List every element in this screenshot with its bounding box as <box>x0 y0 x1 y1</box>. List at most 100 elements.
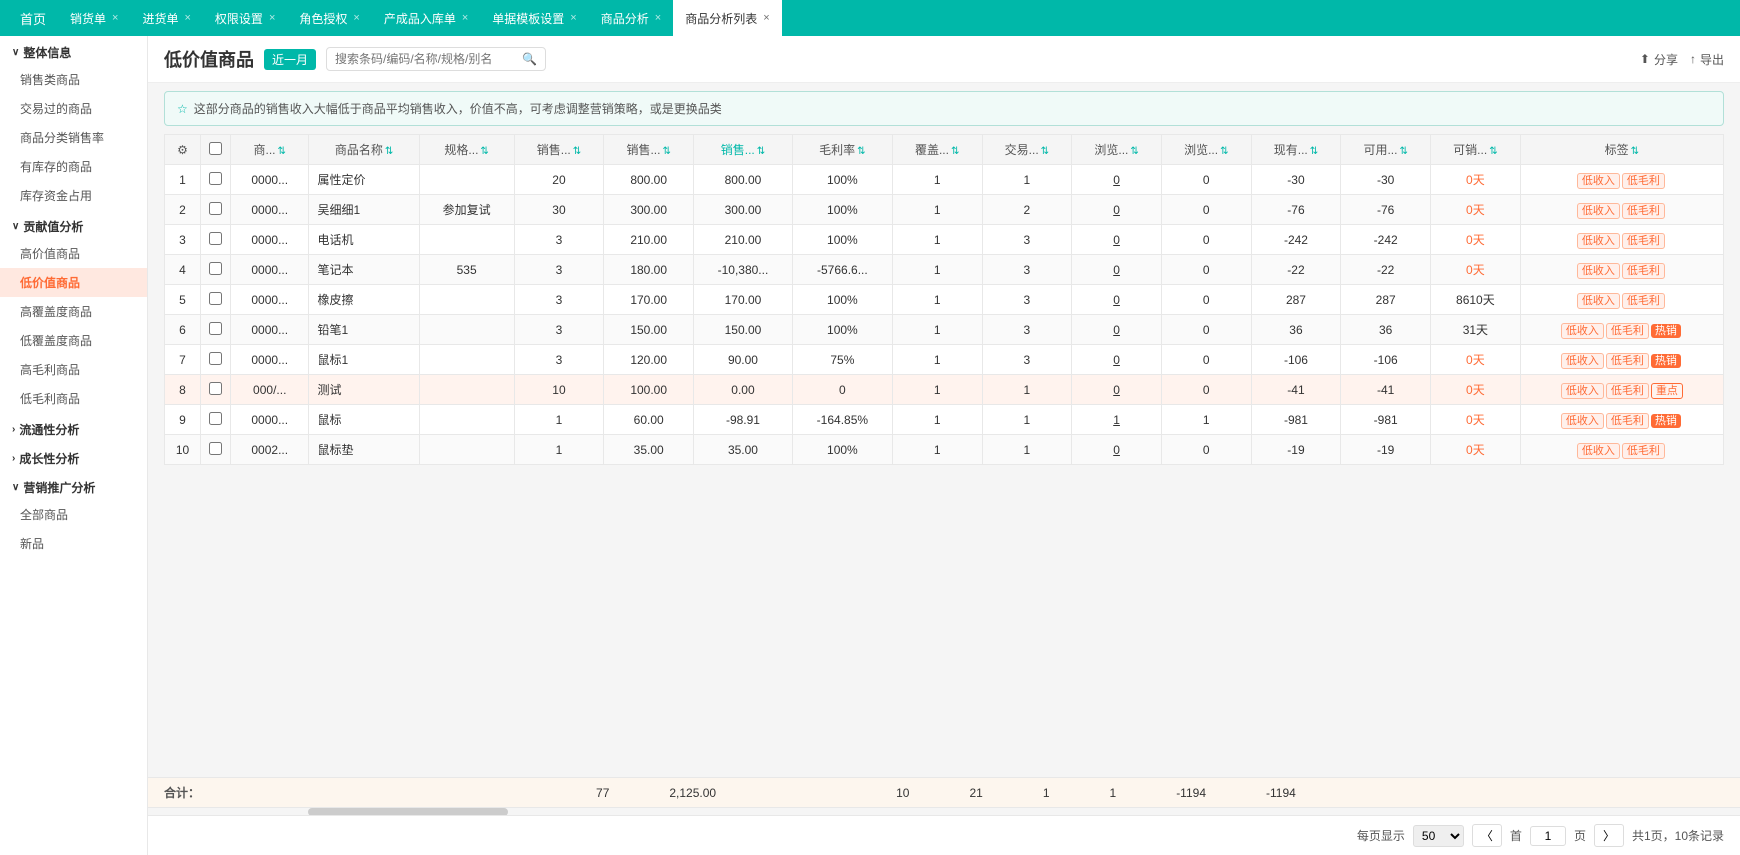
sidebar-item-low-coverage[interactable]: 低覆盖度商品 <box>0 326 147 355</box>
search-input[interactable] <box>335 52 518 66</box>
sidebar-item-category-rate[interactable]: 商品分类销售率 <box>0 123 147 152</box>
row-checkbox[interactable] <box>201 225 231 255</box>
checkbox-col-header[interactable] <box>201 135 231 165</box>
available-col-header[interactable]: 可用...⇅ <box>1341 135 1431 165</box>
transaction-col-header[interactable]: 交易...⇅ <box>982 135 1072 165</box>
row-browse1[interactable]: 0 <box>1072 225 1162 255</box>
row-browse1[interactable]: 0 <box>1072 195 1162 225</box>
search-icon[interactable]: 🔍 <box>522 52 537 66</box>
nav-template-setting[interactable]: 单据模板设置 × <box>480 0 588 36</box>
close-icon[interactable]: × <box>462 12 468 24</box>
row-checkbox[interactable] <box>201 345 231 375</box>
row-browse1[interactable]: 0 <box>1072 255 1162 285</box>
row-checkbox[interactable] <box>201 285 231 315</box>
close-icon[interactable]: × <box>763 12 769 24</box>
nav-permission-setting[interactable]: 权限设置 × <box>203 0 287 36</box>
margin-col-header[interactable]: 毛利率⇅ <box>792 135 892 165</box>
last-page-button[interactable]: 〉 <box>1594 824 1624 847</box>
nav-purchase-order[interactable]: 进货单 × <box>130 0 202 36</box>
nav-product-analysis[interactable]: 商品分析 × <box>589 0 673 36</box>
sidebar-item-stock-fund[interactable]: 库存资金占用 <box>0 181 147 210</box>
sidebar-item-low-value[interactable]: 低价值商品 <box>0 268 147 297</box>
row-code: 000/... <box>231 375 309 405</box>
current-page-input[interactable] <box>1530 826 1566 846</box>
select-all-checkbox[interactable] <box>209 142 222 155</box>
row-num: 1 <box>165 165 201 195</box>
row-tags: 低收入低毛利热销 <box>1520 315 1723 345</box>
browse2-col-header[interactable]: 浏览...⇅ <box>1161 135 1251 165</box>
filter-tag-button[interactable]: 近一月 <box>264 49 316 70</box>
tags-col-header[interactable]: 标签⇅ <box>1520 135 1723 165</box>
row-checkbox[interactable] <box>201 405 231 435</box>
sidebar-item-high-coverage[interactable]: 高覆盖度商品 <box>0 297 147 326</box>
sidebar-group-overall[interactable]: ∨ 整体信息 <box>0 36 147 65</box>
sidebar-group-marketing[interactable]: ∨ 营销推广分析 <box>0 471 147 500</box>
browse1-col-header[interactable]: 浏览...⇅ <box>1072 135 1162 165</box>
code-col-header[interactable]: 商...⇅ <box>231 135 309 165</box>
row-browse2: 0 <box>1161 225 1251 255</box>
row-browse1[interactable]: 0 <box>1072 375 1162 405</box>
close-icon[interactable]: × <box>112 12 118 24</box>
close-icon[interactable]: × <box>570 12 576 24</box>
sales-price-col-header[interactable]: 销售...⇅ <box>604 135 694 165</box>
nav-role-auth[interactable]: 角色授权 × <box>287 0 371 36</box>
sidebar-item-all-products[interactable]: 全部商品 <box>0 500 147 529</box>
sidebar-item-low-margin[interactable]: 低毛利商品 <box>0 384 147 413</box>
nav-sales-order[interactable]: 销货单 × <box>58 0 130 36</box>
sales-amount-col-header[interactable]: 销售...⇅ <box>694 135 793 165</box>
row-browse1[interactable]: 0 <box>1072 285 1162 315</box>
nav-product-warehouse[interactable]: 产成品入库单 × <box>372 0 480 36</box>
row-checkbox[interactable] <box>201 315 231 345</box>
footer-spacer1 <box>216 786 536 800</box>
row-browse1[interactable]: 0 <box>1072 435 1162 465</box>
row-browse1[interactable]: 1 <box>1072 405 1162 435</box>
sidebar-item-stock-products[interactable]: 有库存的商品 <box>0 152 147 181</box>
first-page-button[interactable]: 〈 <box>1472 824 1502 847</box>
sidebar-item-new-products[interactable]: 新品 <box>0 529 147 558</box>
nav-product-analysis-list[interactable]: 商品分析列表 × <box>673 0 781 36</box>
close-icon[interactable]: × <box>269 12 275 24</box>
close-icon[interactable]: × <box>184 12 190 24</box>
row-checkbox[interactable] <box>201 375 231 405</box>
row-saleable: 0天 <box>1431 405 1521 435</box>
saleable-col-header[interactable]: 可销...⇅ <box>1431 135 1521 165</box>
coverage-col-header[interactable]: 覆盖...⇅ <box>892 135 982 165</box>
sales-qty-col-header[interactable]: 销售...⇅ <box>514 135 604 165</box>
row-transaction: 3 <box>982 225 1072 255</box>
row-sales-amount: 170.00 <box>694 285 793 315</box>
share-button[interactable]: ⬆ 分享 <box>1640 51 1678 68</box>
footer-current: -1194 <box>1176 786 1206 800</box>
sidebar-group-growth[interactable]: › 成长性分析 <box>0 442 147 471</box>
export-button[interactable]: ↑ 导出 <box>1690 51 1724 68</box>
sidebar-item-sales-products[interactable]: 销售类商品 <box>0 65 147 94</box>
row-checkbox[interactable] <box>201 255 231 285</box>
close-icon[interactable]: × <box>353 12 359 24</box>
horizontal-scrollbar[interactable] <box>148 807 1740 815</box>
close-icon[interactable]: × <box>655 12 661 24</box>
table-row: 6 0000... 铅笔1 3 150.00 150.00 100% 1 3 0… <box>165 315 1724 345</box>
row-current: 287 <box>1251 285 1341 315</box>
row-browse1[interactable]: 0 <box>1072 345 1162 375</box>
row-margin: 100% <box>792 435 892 465</box>
row-checkbox[interactable] <box>201 165 231 195</box>
nav-home[interactable]: 首页 <box>8 0 58 36</box>
settings-col-header[interactable]: ⚙ <box>165 135 201 165</box>
sidebar-item-high-margin[interactable]: 高毛利商品 <box>0 355 147 384</box>
sidebar-group-contribution[interactable]: ∨ 贡献值分析 <box>0 210 147 239</box>
footer-label: 合计： <box>164 784 200 801</box>
search-box[interactable]: 🔍 <box>326 47 546 71</box>
row-browse1[interactable]: 0 <box>1072 165 1162 195</box>
per-page-select[interactable]: 50 100 200 <box>1413 825 1464 847</box>
sidebar-group-liquidity[interactable]: › 流通性分析 <box>0 413 147 442</box>
footer-browse1: 1 <box>1043 786 1050 800</box>
spec-col-header[interactable]: 规格...⇅ <box>419 135 514 165</box>
row-browse1[interactable]: 0 <box>1072 315 1162 345</box>
row-checkbox[interactable] <box>201 195 231 225</box>
current-col-header[interactable]: 现有...⇅ <box>1251 135 1341 165</box>
row-saleable: 0天 <box>1431 255 1521 285</box>
row-checkbox[interactable] <box>201 435 231 465</box>
name-col-header[interactable]: 商品名称⇅ <box>309 135 419 165</box>
row-saleable: 0天 <box>1431 375 1521 405</box>
sidebar-item-high-value[interactable]: 高价值商品 <box>0 239 147 268</box>
sidebar-item-traded-products[interactable]: 交易过的商品 <box>0 94 147 123</box>
